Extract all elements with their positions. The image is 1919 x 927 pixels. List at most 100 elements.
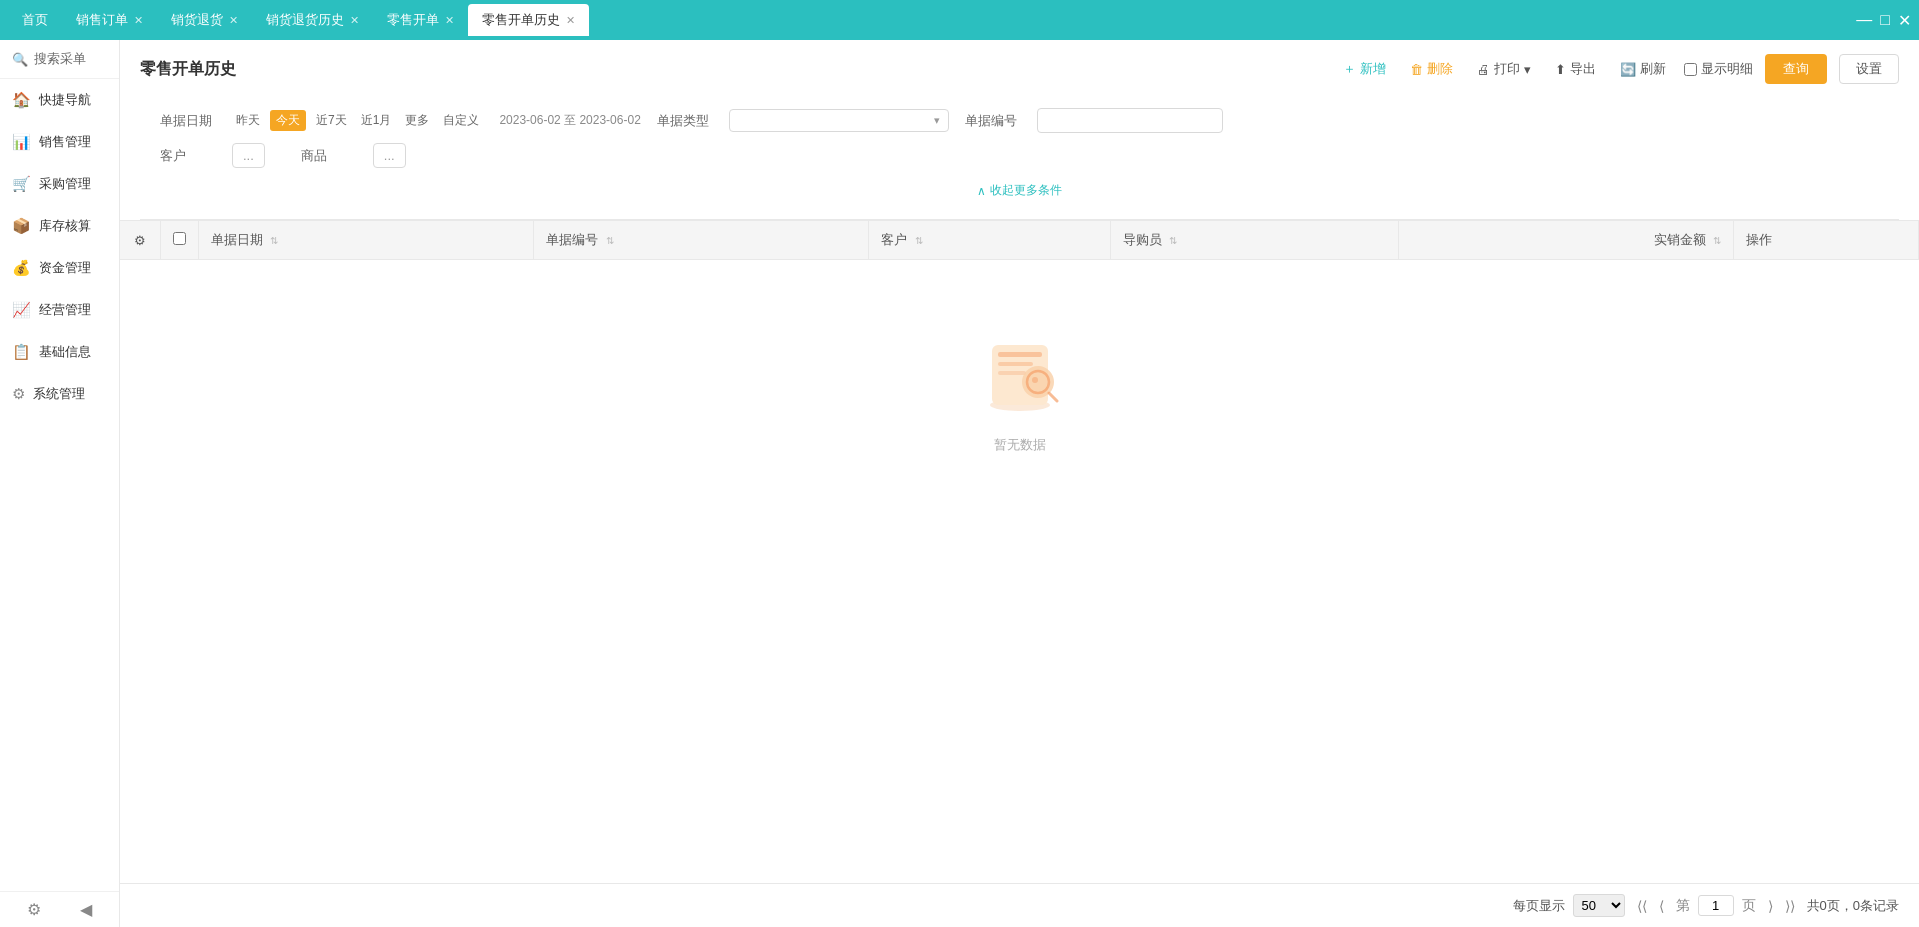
- sidebar-item-finance[interactable]: 💰 资金管理: [0, 247, 119, 289]
- refresh-icon: 🔄: [1620, 62, 1636, 77]
- export-button[interactable]: ⬆ 导出: [1549, 56, 1602, 82]
- add-button[interactable]: ＋ 新增: [1337, 56, 1392, 82]
- sidebar-item-inventory-label: 库存核算: [39, 217, 91, 235]
- print-label: 打印: [1494, 60, 1520, 78]
- select-all-checkbox[interactable]: [173, 232, 186, 245]
- refresh-label: 刷新: [1640, 60, 1666, 78]
- date-btn-1month[interactable]: 近1月: [357, 110, 396, 131]
- th-number-label: 单据编号: [546, 232, 598, 247]
- tab-retail-open-close[interactable]: ✕: [445, 14, 454, 27]
- tab-sales-return[interactable]: 销货退货 ✕: [157, 4, 252, 36]
- tab-retail-open-history[interactable]: 零售开单历史 ✕: [468, 4, 589, 36]
- settings-bottom-icon[interactable]: ⚙: [27, 900, 41, 919]
- tab-sales-order-close[interactable]: ✕: [134, 14, 143, 27]
- inventory-icon: 📦: [12, 217, 31, 235]
- refresh-button[interactable]: 🔄 刷新: [1614, 56, 1672, 82]
- bill-type-arrow-icon: ▾: [934, 114, 940, 127]
- tab-sales-order[interactable]: 销售订单 ✕: [62, 4, 157, 36]
- collapse-button[interactable]: ∧ 收起更多条件: [977, 182, 1062, 199]
- collapse-sidebar-icon[interactable]: ◀: [80, 900, 92, 919]
- close-button[interactable]: ✕: [1898, 11, 1911, 30]
- print-button[interactable]: 🖨 打印 ▾: [1471, 56, 1537, 82]
- sidebar-search-label: 搜索采单: [34, 50, 86, 68]
- svg-line-7: [1049, 393, 1057, 401]
- finance-icon: 💰: [12, 259, 31, 277]
- th-number[interactable]: 单据编号 ⇅: [533, 221, 868, 260]
- sidebar-item-purchase-mgmt-label: 采购管理: [39, 175, 91, 193]
- sidebar-item-inventory[interactable]: 📦 库存核算: [0, 205, 119, 247]
- tab-sales-return-history-label: 销货退货历史: [266, 11, 344, 29]
- sidebar-item-operations[interactable]: 📈 经营管理: [0, 289, 119, 331]
- tab-sales-return-label: 销货退货: [171, 11, 223, 29]
- prev-page-button[interactable]: ⟨: [1655, 896, 1668, 916]
- total-info: 共0页，0条记录: [1807, 897, 1899, 915]
- tab-sales-return-close[interactable]: ✕: [229, 14, 238, 27]
- svg-rect-2: [998, 352, 1042, 357]
- date-btn-yesterday[interactable]: 昨天: [232, 110, 264, 131]
- date-btn-7days[interactable]: 近7天: [312, 110, 351, 131]
- delete-icon: 🗑: [1410, 62, 1423, 77]
- customer-input[interactable]: ...: [232, 143, 265, 168]
- column-settings-icon[interactable]: ⚙: [134, 233, 146, 248]
- bill-type-select[interactable]: ▾: [729, 109, 949, 132]
- sidebar-item-quick-nav[interactable]: 🏠 快捷导航: [0, 79, 119, 121]
- sidebar-search[interactable]: 🔍 搜索采单: [0, 40, 119, 79]
- date-btn-custom[interactable]: 自定义: [439, 110, 483, 131]
- bill-number-label: 单据编号: [965, 112, 1021, 130]
- home-icon: 🏠: [12, 91, 31, 109]
- collapse-label: 收起更多条件: [990, 182, 1062, 199]
- th-amount[interactable]: 实销金额 ⇅: [1398, 221, 1733, 260]
- minimize-button[interactable]: —: [1856, 11, 1872, 30]
- settings-button[interactable]: 设置: [1839, 54, 1899, 84]
- th-salesperson[interactable]: 导购员 ⇅: [1110, 221, 1398, 260]
- th-amount-sort-icon: ⇅: [1713, 235, 1721, 246]
- page-title-row: 零售开单历史 ＋ 新增 🗑 删除 🖨 打印 ▾: [140, 54, 1899, 84]
- th-checkbox[interactable]: [160, 221, 198, 260]
- sidebar-item-system-mgmt-label: 系统管理: [33, 385, 85, 403]
- sidebar-item-finance-label: 资金管理: [39, 259, 91, 277]
- first-page-button[interactable]: ⟨⟨: [1633, 896, 1651, 916]
- tab-home[interactable]: 首页: [8, 4, 62, 36]
- operations-icon: 📈: [12, 301, 31, 319]
- date-btn-today[interactable]: 今天: [270, 110, 306, 131]
- display-detail-label: 显示明细: [1701, 60, 1753, 78]
- tab-bar: 首页 销售订单 ✕ 销货退货 ✕ 销货退货历史 ✕ 零售开单 ✕ 零售开单历史 …: [0, 0, 1919, 40]
- tab-retail-open-history-close[interactable]: ✕: [566, 14, 575, 27]
- sidebar-item-purchase-mgmt[interactable]: 🛒 采购管理: [0, 163, 119, 205]
- bill-number-input[interactable]: [1037, 108, 1223, 133]
- content-area: 零售开单历史 ＋ 新增 🗑 删除 🖨 打印 ▾: [120, 40, 1919, 927]
- display-detail-checkbox[interactable]: [1684, 63, 1697, 76]
- goods-input[interactable]: ...: [373, 143, 406, 168]
- last-page-button[interactable]: ⟩⟩: [1781, 896, 1799, 916]
- th-number-sort-icon: ⇅: [606, 235, 614, 246]
- add-icon: ＋: [1343, 60, 1356, 78]
- th-date-label: 单据日期: [211, 232, 263, 247]
- th-customer[interactable]: 客户 ⇅: [869, 221, 1110, 260]
- tab-retail-open[interactable]: 零售开单 ✕: [373, 4, 468, 36]
- page-number-input[interactable]: [1698, 895, 1734, 916]
- sidebar-item-basic-info[interactable]: 📋 基础信息: [0, 331, 119, 373]
- th-settings[interactable]: ⚙: [120, 221, 160, 260]
- display-detail-toggle[interactable]: 显示明细: [1684, 60, 1753, 78]
- sidebar-item-sales-mgmt[interactable]: 📊 销售管理: [0, 121, 119, 163]
- filter-area: 单据日期 昨天 今天 近7天 近1月 更多 自定义 2023-06-02 至 2…: [140, 96, 1899, 220]
- th-date[interactable]: 单据日期 ⇅: [198, 221, 533, 260]
- delete-button[interactable]: 🗑 删除: [1404, 56, 1459, 82]
- pagination-nav: ⟨⟨ ⟨ 第 页 ⟩ ⟩⟩: [1633, 895, 1799, 917]
- empty-state-text: 暂无数据: [994, 436, 1046, 454]
- th-salesperson-label: 导购员: [1123, 232, 1162, 247]
- per-page-select[interactable]: 50 10 20 100: [1573, 894, 1625, 917]
- main-layout: 🔍 搜索采单 🏠 快捷导航 📊 销售管理 🛒 采购管理 📦 库存核算 💰 资金管…: [0, 40, 1919, 927]
- maximize-button[interactable]: □: [1880, 11, 1890, 30]
- sidebar-item-system-mgmt[interactable]: ⚙ 系统管理: [0, 373, 119, 415]
- date-btn-more[interactable]: 更多: [401, 110, 433, 131]
- purchase-icon: 🛒: [12, 175, 31, 193]
- next-page-button[interactable]: ⟩: [1764, 896, 1777, 916]
- th-customer-label: 客户: [881, 232, 907, 247]
- sidebar-item-operations-label: 经营管理: [39, 301, 91, 319]
- tab-sales-return-history-close[interactable]: ✕: [350, 14, 359, 27]
- query-button[interactable]: 查询: [1765, 54, 1827, 84]
- tab-sales-return-history[interactable]: 销货退货历史 ✕: [252, 4, 373, 36]
- filter-row-date: 单据日期 昨天 今天 近7天 近1月 更多 自定义 2023-06-02 至 2…: [160, 108, 1879, 133]
- empty-state: 暂无数据: [120, 260, 1919, 514]
